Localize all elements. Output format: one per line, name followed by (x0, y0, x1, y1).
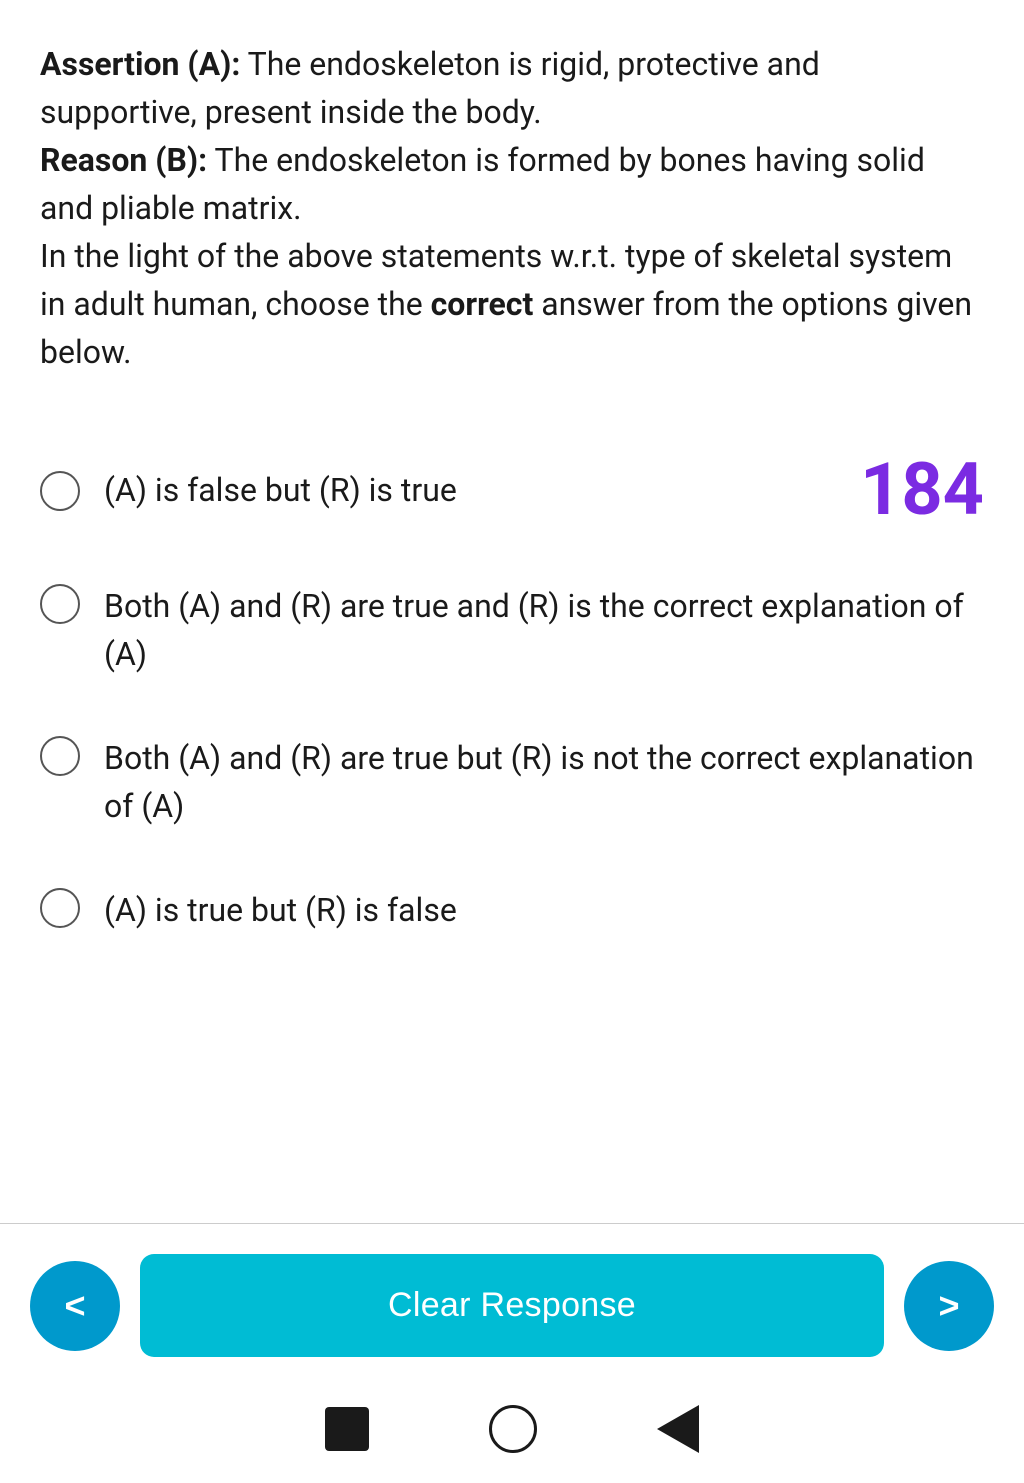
option-2[interactable]: Both (A) and (R) are true and (R) is the… (40, 554, 984, 706)
prev-button[interactable]: < (30, 1261, 120, 1351)
system-bar (0, 1387, 1024, 1483)
option-1[interactable]: (A) is false but (R) is true 184 (40, 426, 984, 554)
question-container: Assertion (A): The endoskeleton is rigid… (0, 0, 1024, 1223)
option-1-label: (A) is false but (R) is true (104, 466, 830, 514)
clear-response-button[interactable]: Clear Response (140, 1254, 884, 1357)
correct-word: correct (431, 285, 534, 323)
question-number-badge: 184 (860, 454, 984, 526)
bottom-nav: < Clear Response > (0, 1224, 1024, 1387)
option-4-label: (A) is true but (R) is false (104, 886, 984, 934)
question-text: Assertion (A): The endoskeleton is rigid… (40, 40, 984, 376)
home-square-icon[interactable] (325, 1407, 369, 1451)
option-3-label: Both (A) and (R) are true but (R) is not… (104, 734, 984, 830)
options-list: (A) is false but (R) is true 184 Both (A… (40, 426, 984, 962)
assertion-label: Assertion (A): (40, 45, 240, 83)
assertion-line: Assertion (A): The endoskeleton is rigid… (40, 40, 984, 136)
radio-option-4[interactable] (40, 888, 80, 928)
radio-option-1[interactable] (40, 471, 80, 511)
radio-option-3[interactable] (40, 736, 80, 776)
option-4[interactable]: (A) is true but (R) is false (40, 858, 984, 962)
option-1-row: (A) is false but (R) is true 184 (40, 454, 984, 526)
option-3[interactable]: Both (A) and (R) are true but (R) is not… (40, 706, 984, 858)
context-line: In the light of the above statements w.r… (40, 232, 984, 376)
recents-triangle-icon[interactable] (657, 1405, 699, 1453)
reason-label: Reason (B): (40, 141, 207, 179)
option-2-label: Both (A) and (R) are true and (R) is the… (104, 582, 984, 678)
reason-line: Reason (B): The endoskeleton is formed b… (40, 136, 984, 232)
radio-option-2[interactable] (40, 584, 80, 624)
prev-arrow-icon: < (64, 1285, 85, 1327)
next-button[interactable]: > (904, 1261, 994, 1351)
back-circle-icon[interactable] (489, 1405, 537, 1453)
next-arrow-icon: > (938, 1285, 959, 1327)
